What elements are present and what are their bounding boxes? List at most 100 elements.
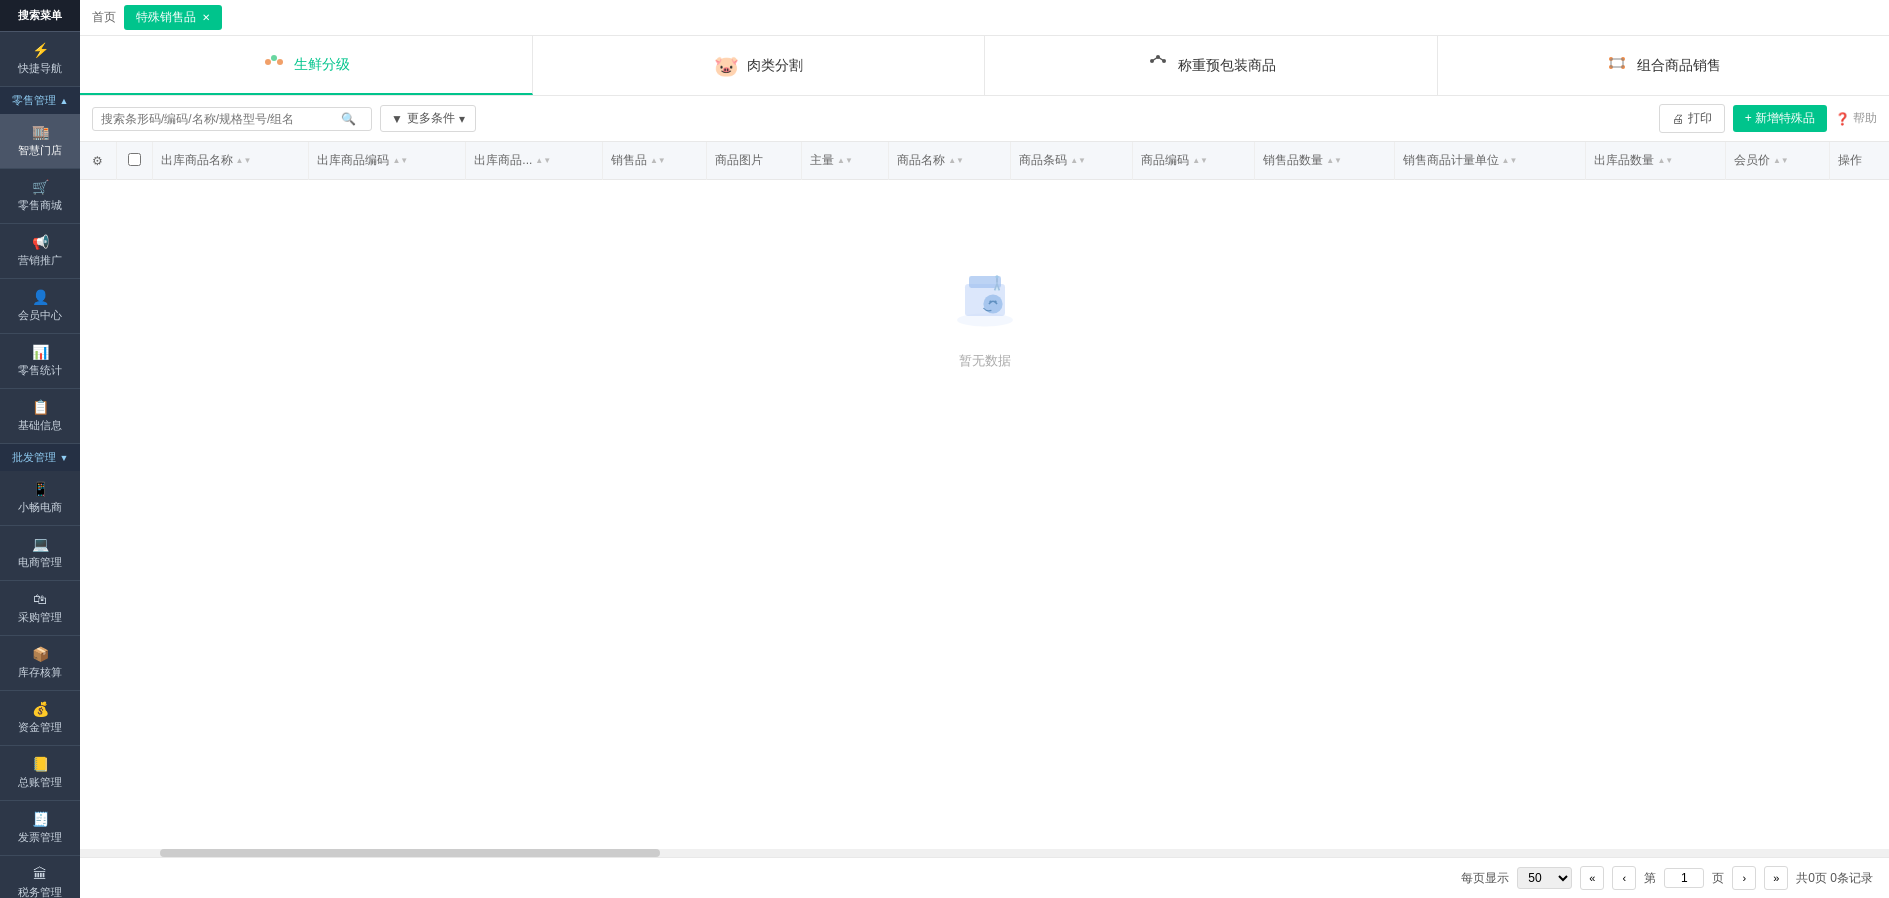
weight-prepack-label: 称重预包装商品 bbox=[1178, 57, 1276, 75]
table-container: ⚙ 出库商品名称 ▲▼ 出库商品编码 ▲▼ bbox=[80, 142, 1889, 849]
combo-sales-icon bbox=[1605, 51, 1629, 80]
retail-stats-icon: 📊 bbox=[32, 344, 49, 360]
print-button[interactable]: 🖨 打印 bbox=[1659, 104, 1725, 133]
per-page-label: 每页显示 bbox=[1461, 870, 1509, 887]
th-product-code: 商品编码 ▲▼ bbox=[1133, 142, 1255, 180]
sidebar-item-marketing[interactable]: 📢 营销推广 bbox=[0, 224, 80, 279]
first-page-button[interactable]: « bbox=[1580, 866, 1604, 890]
sort-arrows-sale-qty[interactable]: ▲▼ bbox=[1326, 157, 1342, 165]
data-table: ⚙ 出库商品名称 ▲▼ 出库商品编码 ▲▼ bbox=[80, 142, 1889, 450]
prev-page-button[interactable]: ‹ bbox=[1612, 866, 1636, 890]
inventory-icon: 📦 bbox=[32, 646, 49, 662]
add-button[interactable]: + 新增特殊品 bbox=[1733, 105, 1827, 132]
sidebar-item-smart-store[interactable]: 🏬 智慧门店 bbox=[0, 114, 80, 169]
retail-mgmt-arrow: ▲ bbox=[60, 96, 69, 106]
retail-mall-icon: 🛒 bbox=[32, 179, 49, 195]
sort-arrows-product-code[interactable]: ▲▼ bbox=[1192, 157, 1208, 165]
sort-arrows-main[interactable]: ▲▼ bbox=[837, 157, 853, 165]
search-icon[interactable]: 🔍 bbox=[341, 112, 356, 126]
search-input[interactable] bbox=[101, 112, 341, 126]
filter-button[interactable]: ▼ 更多条件 ▾ bbox=[380, 105, 476, 132]
sidebar-item-invoice[interactable]: 🧾 发票管理 bbox=[0, 801, 80, 856]
th-out-code: 出库商品编码 ▲▼ bbox=[309, 142, 466, 180]
tax-icon: 🏛 bbox=[33, 866, 47, 882]
select-all-checkbox[interactable] bbox=[128, 153, 141, 166]
sort-arrows-sale-item[interactable]: ▲▼ bbox=[650, 157, 666, 165]
print-icon: 🖨 bbox=[1672, 112, 1684, 126]
sidebar-item-retail-mall[interactable]: 🛒 零售商城 bbox=[0, 169, 80, 224]
toolbar-left: 🔍 ▼ 更多条件 ▾ bbox=[92, 105, 476, 132]
sort-arrows-product-name[interactable]: ▲▼ bbox=[948, 157, 964, 165]
toolbar-right: 🖨 打印 + 新增特殊品 ❓ 帮助 bbox=[1659, 104, 1877, 133]
sidebar-section-retail[interactable]: 零售管理 ▲ bbox=[0, 87, 80, 114]
svg-point-23 bbox=[995, 275, 998, 278]
weight-prepack-icon bbox=[1146, 51, 1170, 80]
sidebar-item-quick-nav[interactable]: ⚡ 快捷导航 bbox=[0, 32, 80, 87]
empty-state: 暂无数据 bbox=[80, 180, 1889, 450]
sidebar-item-retail-stats[interactable]: 📊 零售统计 bbox=[0, 334, 80, 389]
scroll-thumb[interactable] bbox=[160, 849, 660, 857]
per-page-select[interactable]: 50 10 20 100 bbox=[1517, 867, 1572, 889]
th-out-name: 出库商品名称 ▲▼ bbox=[152, 142, 309, 180]
sort-arrows-out-qty[interactable]: ▲▼ bbox=[1657, 157, 1673, 165]
gear-icon: ⚙ bbox=[92, 154, 103, 168]
sort-arrows-sale-unit[interactable]: ▲▼ bbox=[1502, 157, 1518, 165]
sidebar-item-label: 零售商城 bbox=[18, 198, 62, 213]
last-page-button[interactable]: » bbox=[1764, 866, 1788, 890]
sidebar-item-label: 库存核算 bbox=[18, 665, 62, 680]
sidebar-item-purchase[interactable]: 🛍 采购管理 bbox=[0, 581, 80, 636]
ecommerce-icon: 💻 bbox=[32, 536, 49, 552]
sidebar-item-inventory[interactable]: 📦 库存核算 bbox=[0, 636, 80, 691]
topbar-home[interactable]: 首页 bbox=[92, 9, 116, 26]
wholesale-arrow: ▼ bbox=[60, 453, 69, 463]
sidebar-item-members[interactable]: 👤 会员中心 bbox=[0, 279, 80, 334]
topbar-active-tab[interactable]: 特殊销售品 ✕ bbox=[124, 5, 222, 30]
scroll-track[interactable] bbox=[80, 849, 1889, 857]
sort-arrows-out-name[interactable]: ▲▼ bbox=[236, 157, 252, 165]
svg-point-7 bbox=[1162, 59, 1166, 63]
category-tab-combo-sales[interactable]: 组合商品销售 bbox=[1438, 36, 1890, 95]
category-tab-weight-prepack[interactable]: 称重预包装商品 bbox=[985, 36, 1438, 95]
sidebar-item-label: 基础信息 bbox=[18, 418, 62, 433]
sidebar-logo[interactable]: 搜索菜单 bbox=[0, 0, 80, 32]
page-suffix: 页 bbox=[1712, 870, 1724, 887]
help-icon: ❓ bbox=[1835, 112, 1850, 126]
quick-nav-icon: ⚡ bbox=[32, 42, 49, 58]
topbar-tab-close[interactable]: ✕ bbox=[202, 12, 210, 23]
category-tab-meat-cut[interactable]: 🐷 肉类分割 bbox=[533, 36, 986, 95]
sort-arrows-barcode[interactable]: ▲▼ bbox=[1070, 157, 1086, 165]
th-barcode: 商品条码 ▲▼ bbox=[1011, 142, 1133, 180]
topbar: 首页 特殊销售品 ✕ bbox=[80, 0, 1889, 36]
th-product-name: 商品名称 ▲▼ bbox=[889, 142, 1011, 180]
pagination: 每页显示 50 10 20 100 « ‹ 第 页 › » 共0页 0条记录 bbox=[80, 857, 1889, 898]
category-tabs: 生鲜分级 🐷 肉类分割 称重预包装商品 bbox=[80, 36, 1889, 96]
sort-arrows-member-price[interactable]: ▲▼ bbox=[1773, 157, 1789, 165]
th-sale-item: 销售品 ▲▼ bbox=[602, 142, 707, 180]
sidebar-item-basic-info[interactable]: 📋 基础信息 bbox=[0, 389, 80, 444]
sidebar-item-general-ledger[interactable]: 📒 总账管理 bbox=[0, 746, 80, 801]
th-checkbox[interactable] bbox=[116, 142, 152, 180]
page-label: 第 bbox=[1644, 870, 1656, 887]
sort-arrows-out-code[interactable]: ▲▼ bbox=[392, 157, 408, 165]
smart-store-icon: 🏬 bbox=[32, 124, 49, 140]
sidebar-item-finance[interactable]: 💰 资金管理 bbox=[0, 691, 80, 746]
next-page-button[interactable]: › bbox=[1732, 866, 1756, 890]
mini-app-icon: 📱 bbox=[32, 481, 49, 497]
th-action: 操作 bbox=[1830, 142, 1889, 180]
main-content: 首页 特殊销售品 ✕ 生鲜分级 🐷 肉类分割 bbox=[80, 0, 1889, 898]
page-input[interactable] bbox=[1664, 868, 1704, 888]
sidebar-item-tax[interactable]: 🏛 税务管理 bbox=[0, 856, 80, 898]
sort-arrows-out-spec[interactable]: ▲▼ bbox=[535, 157, 551, 165]
category-tab-fresh-grade[interactable]: 生鲜分级 bbox=[80, 36, 533, 95]
help-button[interactable]: ❓ 帮助 bbox=[1835, 110, 1877, 127]
sidebar-item-mini-app[interactable]: 📱 小畅电商 bbox=[0, 471, 80, 526]
filter-icon: ▼ bbox=[391, 112, 403, 126]
filter-label: 更多条件 bbox=[407, 110, 455, 127]
sidebar-section-wholesale[interactable]: 批发管理 ▼ bbox=[0, 444, 80, 471]
svg-point-20 bbox=[989, 300, 991, 302]
th-gear[interactable]: ⚙ bbox=[80, 142, 116, 180]
empty-icon bbox=[945, 260, 1025, 340]
sidebar-item-ecommerce[interactable]: 💻 电商管理 bbox=[0, 526, 80, 581]
th-sale-unit: 销售商品计量单位 ▲▼ bbox=[1394, 142, 1586, 180]
sidebar-item-label: 营销推广 bbox=[18, 253, 62, 268]
